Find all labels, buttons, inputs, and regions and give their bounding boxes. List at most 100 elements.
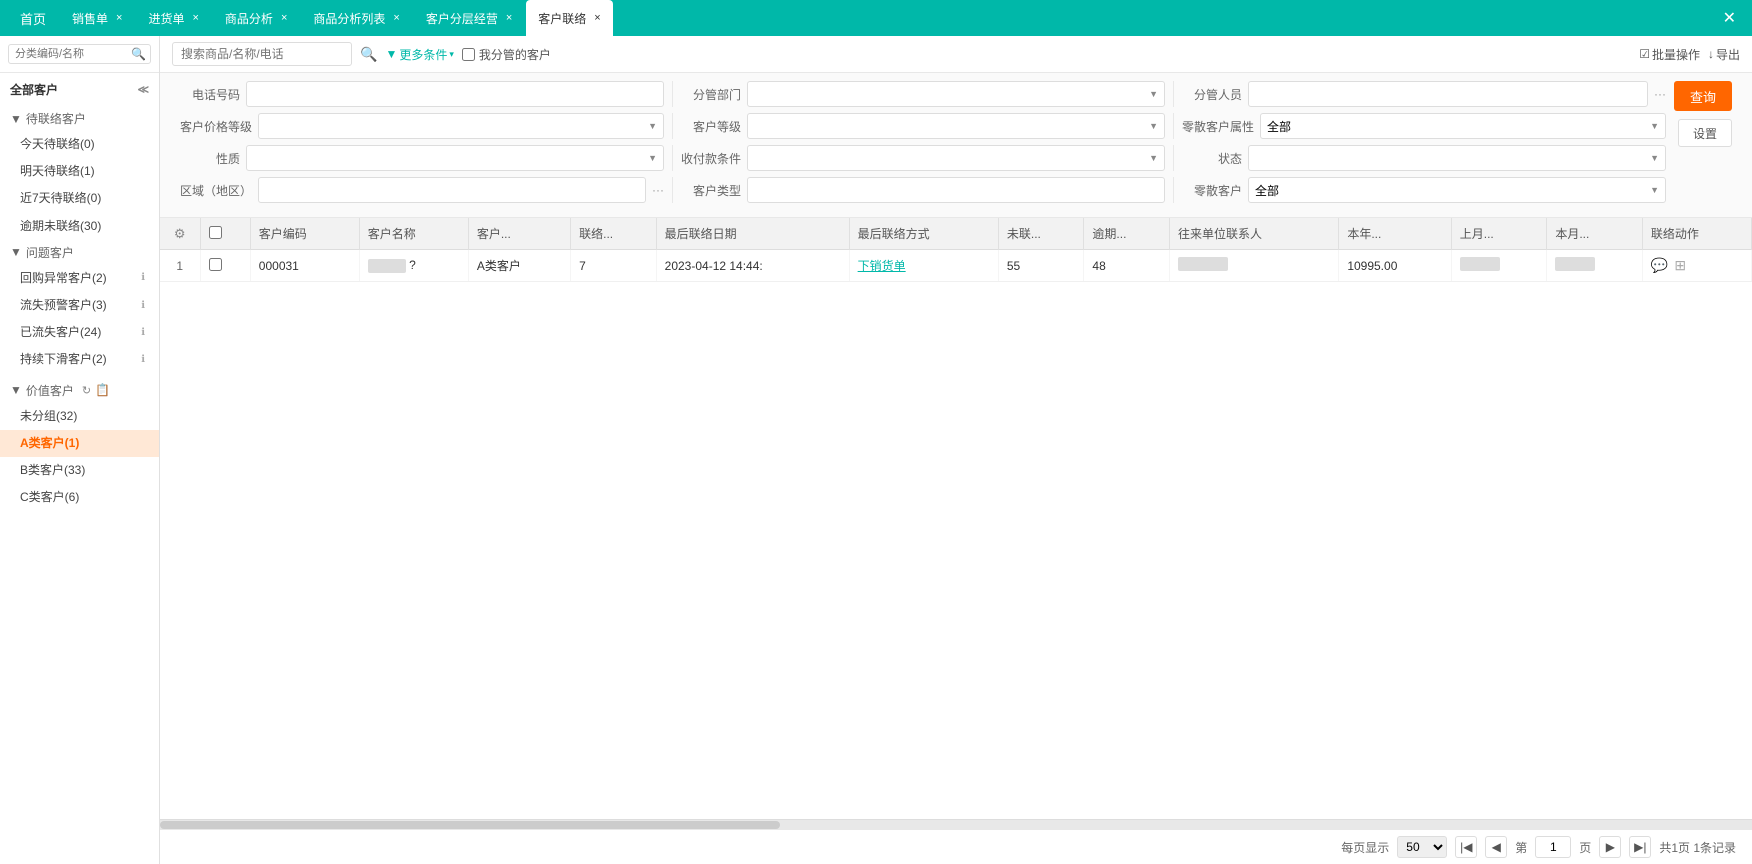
sidebar-item-overdue[interactable]: 逾期未联络(30) — [0, 213, 159, 240]
col-last-date[interactable]: 最后联络日期 — [656, 218, 849, 250]
prev-page-btn[interactable]: ◀ — [1485, 836, 1507, 858]
row-checkbox[interactable] — [209, 258, 222, 271]
col-no-contact[interactable]: 未联... — [998, 218, 1084, 250]
close-icon[interactable]: × — [506, 12, 512, 24]
payment-select[interactable]: ▼ — [747, 145, 1165, 171]
sidebar-item-b-class[interactable]: B类客户(33) — [0, 457, 159, 484]
col-last-month[interactable]: 上月... — [1451, 218, 1547, 250]
per-page-select[interactable]: 50 100 200 — [1397, 836, 1447, 858]
total-info: 共1页 1条记录 — [1659, 839, 1736, 856]
col-name[interactable]: 客户名称 — [359, 218, 468, 250]
col-last-method[interactable]: 最后联络方式 — [849, 218, 998, 250]
col-contact-count[interactable]: 联络... — [571, 218, 657, 250]
horizontal-scrollbar[interactable] — [160, 819, 1752, 829]
pagination: 每页显示 50 100 200 |◀ ◀ 第 页 ▶ ▶| 共1页 1条记录 — [160, 829, 1752, 864]
sidebar-item-declining[interactable]: 持续下滑客户(2) ℹ — [0, 346, 159, 373]
sidebar-item-7days[interactable]: 近7天待联络(0) — [0, 185, 159, 212]
refresh-icon[interactable]: ↻ — [82, 384, 91, 397]
filter-scattered: 零散客户 全部 ▼ — [1174, 177, 1674, 203]
last-page-btn[interactable]: ▶| — [1629, 836, 1651, 858]
sidebar-all-customers-header: 全部客户 ≪ — [0, 73, 159, 106]
window-close-button[interactable]: ✕ — [1715, 8, 1744, 28]
add-icon[interactable]: 📋 — [95, 383, 110, 397]
query-button[interactable]: 查询 — [1674, 81, 1732, 111]
close-icon[interactable]: × — [116, 12, 122, 24]
price-level-select[interactable]: ▼ — [258, 113, 664, 139]
col-level[interactable]: 客户... — [468, 218, 570, 250]
select-all-checkbox[interactable] — [209, 226, 222, 239]
col-checkbox[interactable] — [200, 218, 250, 250]
scrollbar-thumb[interactable] — [160, 821, 780, 829]
col-code[interactable]: 客户编码 — [250, 218, 359, 250]
blurred-this-month — [1555, 257, 1595, 271]
page-label: 第 — [1515, 839, 1527, 856]
sidebar-search-icon[interactable]: 🔍 — [131, 47, 146, 61]
col-year[interactable]: 本年... — [1339, 218, 1451, 250]
sidebar-item-churned[interactable]: 已流失客户(24) ℹ — [0, 319, 159, 346]
col-this-month[interactable]: 本月... — [1547, 218, 1643, 250]
sidebar-item-tomorrow[interactable]: 明天待联络(1) — [0, 158, 159, 185]
nav-tab-analysis[interactable]: 商品分析 × — [213, 0, 299, 36]
more-filters-btn[interactable]: ▼ 更多条件 ▾ — [385, 46, 453, 63]
close-icon[interactable]: × — [594, 12, 600, 24]
settings-button[interactable]: 设置 — [1678, 119, 1732, 147]
sidebar-item-today[interactable]: 今天待联络(0) — [0, 131, 159, 158]
col-action[interactable]: 联络动作 — [1642, 218, 1751, 250]
chevron-down-icon7: ▼ — [1650, 153, 1659, 163]
main-search-input[interactable] — [172, 42, 352, 66]
filter-phone: 电话号码 — [172, 81, 673, 107]
sidebar-search-input[interactable] — [8, 44, 151, 64]
nav-tab-purchase[interactable]: 进货单 × — [136, 0, 210, 36]
qr-icon[interactable]: ⊞ — [1674, 257, 1686, 274]
phone-input[interactable] — [246, 81, 664, 107]
nav-home[interactable]: 首页 — [8, 0, 58, 36]
export-btn[interactable]: ↓ 导出 — [1708, 46, 1740, 63]
col-unit-contact[interactable]: 往来单位联系人 — [1169, 218, 1338, 250]
info-icon2[interactable]: ℹ — [141, 298, 145, 314]
more-dots-icon[interactable]: ··· — [1654, 87, 1666, 101]
main-search-icon[interactable]: 🔍 — [360, 46, 377, 63]
total-page-label: 页 — [1579, 839, 1591, 856]
comment-icon[interactable]: 💬 — [1651, 257, 1668, 274]
nav-tab-customer-segment[interactable]: 客户分层经营 × — [414, 0, 524, 36]
close-icon[interactable]: × — [393, 12, 399, 24]
sidebar-item-repurchase-abnormal[interactable]: 回购异常客户(2) ℹ — [0, 265, 159, 292]
scattered-attr-select[interactable]: 全部 ▼ — [1260, 113, 1666, 139]
nav-tab-analysis-list[interactable]: 商品分析列表 × — [301, 0, 411, 36]
filter-price-level: 客户价格等级 ▼ — [172, 113, 673, 139]
page-input[interactable] — [1535, 836, 1571, 858]
cell-checkbox[interactable] — [200, 250, 250, 282]
my-customer-input[interactable] — [462, 48, 475, 61]
close-icon[interactable]: × — [192, 12, 198, 24]
scattered-select[interactable]: 全部 ▼ — [1248, 177, 1666, 203]
col-settings[interactable]: ⚙ — [160, 218, 200, 250]
info-icon4[interactable]: ℹ — [141, 352, 145, 368]
batch-op-btn[interactable]: ☑ 批量操作 — [1639, 46, 1700, 63]
person-input[interactable] — [1248, 81, 1648, 107]
info-icon3[interactable]: ℹ — [141, 325, 145, 341]
col-overdue[interactable]: 逾期... — [1084, 218, 1170, 250]
sidebar-item-a-class[interactable]: A类客户(1) — [0, 430, 159, 457]
sidebar-item-c-class[interactable]: C类客户(6) — [0, 484, 159, 511]
sidebar-item-unclassified[interactable]: 未分组(32) — [0, 403, 159, 430]
filter-nature: 性质 ▼ — [172, 145, 673, 171]
gear-icon[interactable]: ⚙ — [174, 226, 186, 241]
close-icon[interactable]: × — [281, 12, 287, 24]
status-select[interactable]: ▼ — [1248, 145, 1666, 171]
my-customer-checkbox[interactable]: 我分管的客户 — [462, 46, 551, 63]
nav-tab-customer-contact[interactable]: 客户联络 × — [526, 0, 612, 36]
nav-tab-sales[interactable]: 销售单 × — [60, 0, 134, 36]
cell-unit-contact — [1169, 250, 1338, 282]
first-page-btn[interactable]: |◀ — [1455, 836, 1477, 858]
customer-level-select[interactable]: ▼ — [747, 113, 1165, 139]
info-icon[interactable]: ℹ — [141, 270, 145, 286]
sidebar-collapse-icon[interactable]: ≪ — [137, 83, 149, 96]
dept-select[interactable]: ▼ — [747, 81, 1165, 107]
next-page-btn[interactable]: ▶ — [1599, 836, 1621, 858]
customer-type-input[interactable] — [747, 177, 1165, 203]
sidebar-item-churn-warning[interactable]: 流失预警客户(3) ℹ — [0, 292, 159, 319]
region-dots-icon[interactable]: ··· — [652, 183, 664, 197]
nature-select[interactable]: ▼ — [246, 145, 664, 171]
region-input[interactable] — [258, 177, 646, 203]
last-method-link[interactable]: 下销货单 — [858, 259, 906, 273]
